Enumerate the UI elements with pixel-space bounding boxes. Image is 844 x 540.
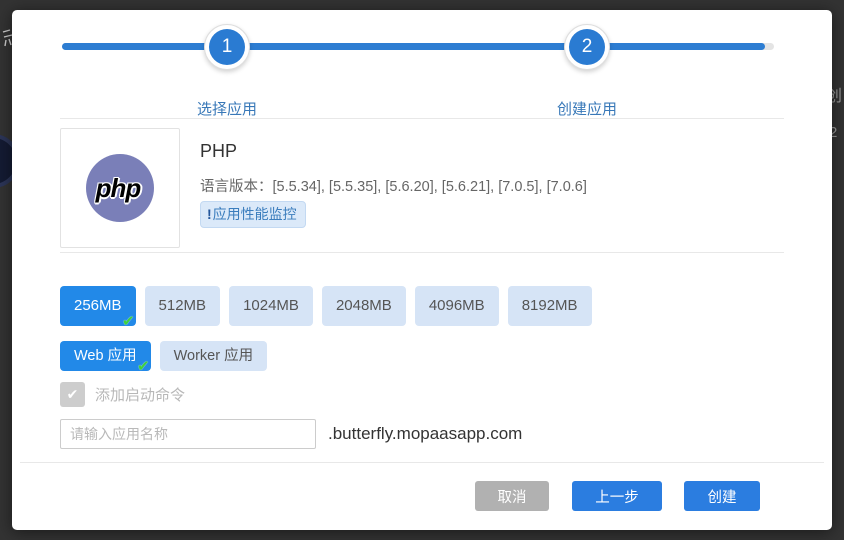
startup-command-label: 添加启动命令	[95, 387, 186, 404]
memory-option-label: 512MB	[158, 297, 207, 314]
startup-command-row: ✔ 添加启动命令	[60, 382, 185, 407]
divider	[20, 462, 824, 463]
divider	[60, 118, 784, 119]
app-type-row: Web 应用 ✔ Worker 应用	[60, 341, 268, 375]
alert-icon: !	[207, 206, 212, 222]
check-icon: ✔	[121, 313, 135, 330]
stepper-track	[62, 43, 774, 50]
step-1-label: 选择应用	[196, 101, 257, 118]
step-1-circle[interactable]: 1	[204, 24, 250, 70]
memory-options-row: 256MB ✔ 512MB 1024MB 2048MB 4096MB 8192M…	[60, 286, 592, 330]
php-logo-text: php	[95, 172, 142, 203]
startup-command-checkbox[interactable]: ✔	[60, 382, 85, 407]
step-2-circle[interactable]: 2	[564, 24, 610, 70]
previous-step-button[interactable]: 上一步	[572, 481, 662, 511]
stepper-progress-fill	[62, 43, 765, 50]
memory-option-label: 2048MB	[335, 297, 392, 314]
app-name-input[interactable]	[60, 419, 316, 449]
checkmark-icon: ✔	[66, 386, 79, 402]
step-2-label: 创建应用	[556, 101, 617, 118]
performance-monitor-label: 应用性能监控	[212, 206, 297, 222]
memory-option-256mb[interactable]: 256MB ✔	[60, 286, 136, 330]
versions-label: 语言版本：	[200, 179, 273, 195]
versions-list: [5.5.34], [5.5.35], [5.6.20], [5.6.21], …	[272, 179, 587, 195]
cancel-button[interactable]: 取消	[475, 481, 549, 511]
app-type-label: Web 应用	[74, 348, 137, 364]
divider	[60, 252, 784, 253]
app-logo-box: php	[60, 128, 180, 248]
app-type-web[interactable]: Web 应用 ✔	[60, 341, 151, 375]
step-1-number: 1	[209, 29, 245, 65]
memory-option-4096mb[interactable]: 4096MB	[414, 286, 499, 326]
check-icon: ✔	[137, 358, 150, 375]
screen: 创 2 1 2 选择应用 创建应用 php PHP 语言版本：[5.5.34],…	[0, 0, 844, 540]
app-type-label: Worker 应用	[173, 348, 254, 364]
memory-option-label: 4096MB	[428, 297, 485, 314]
domain-suffix: .butterfly.mopaasapp.com	[328, 424, 523, 443]
app-versions: 语言版本：[5.5.34], [5.5.35], [5.6.20], [5.6.…	[200, 175, 587, 196]
create-button[interactable]: 创建	[684, 481, 760, 511]
memory-option-1024mb[interactable]: 1024MB	[229, 286, 313, 326]
app-type-worker[interactable]: Worker 应用	[159, 341, 268, 371]
memory-option-label: 8192MB	[521, 297, 578, 314]
performance-monitor-badge[interactable]: ! 应用性能监控	[200, 201, 306, 228]
php-logo-icon: php	[86, 154, 154, 222]
app-title: PHP	[200, 141, 238, 161]
memory-option-8192mb[interactable]: 8192MB	[507, 286, 592, 326]
memory-option-512mb[interactable]: 512MB	[144, 286, 221, 326]
memory-option-label: 1024MB	[243, 297, 299, 314]
app-name-row: .butterfly.mopaasapp.com	[60, 419, 522, 449]
memory-option-label: 256MB	[74, 297, 122, 314]
memory-option-2048mb[interactable]: 2048MB	[321, 286, 406, 326]
step-2-number: 2	[569, 29, 605, 65]
create-app-modal: 1 2 选择应用 创建应用 php PHP 语言版本：[5.5.34], [5.…	[12, 10, 832, 530]
